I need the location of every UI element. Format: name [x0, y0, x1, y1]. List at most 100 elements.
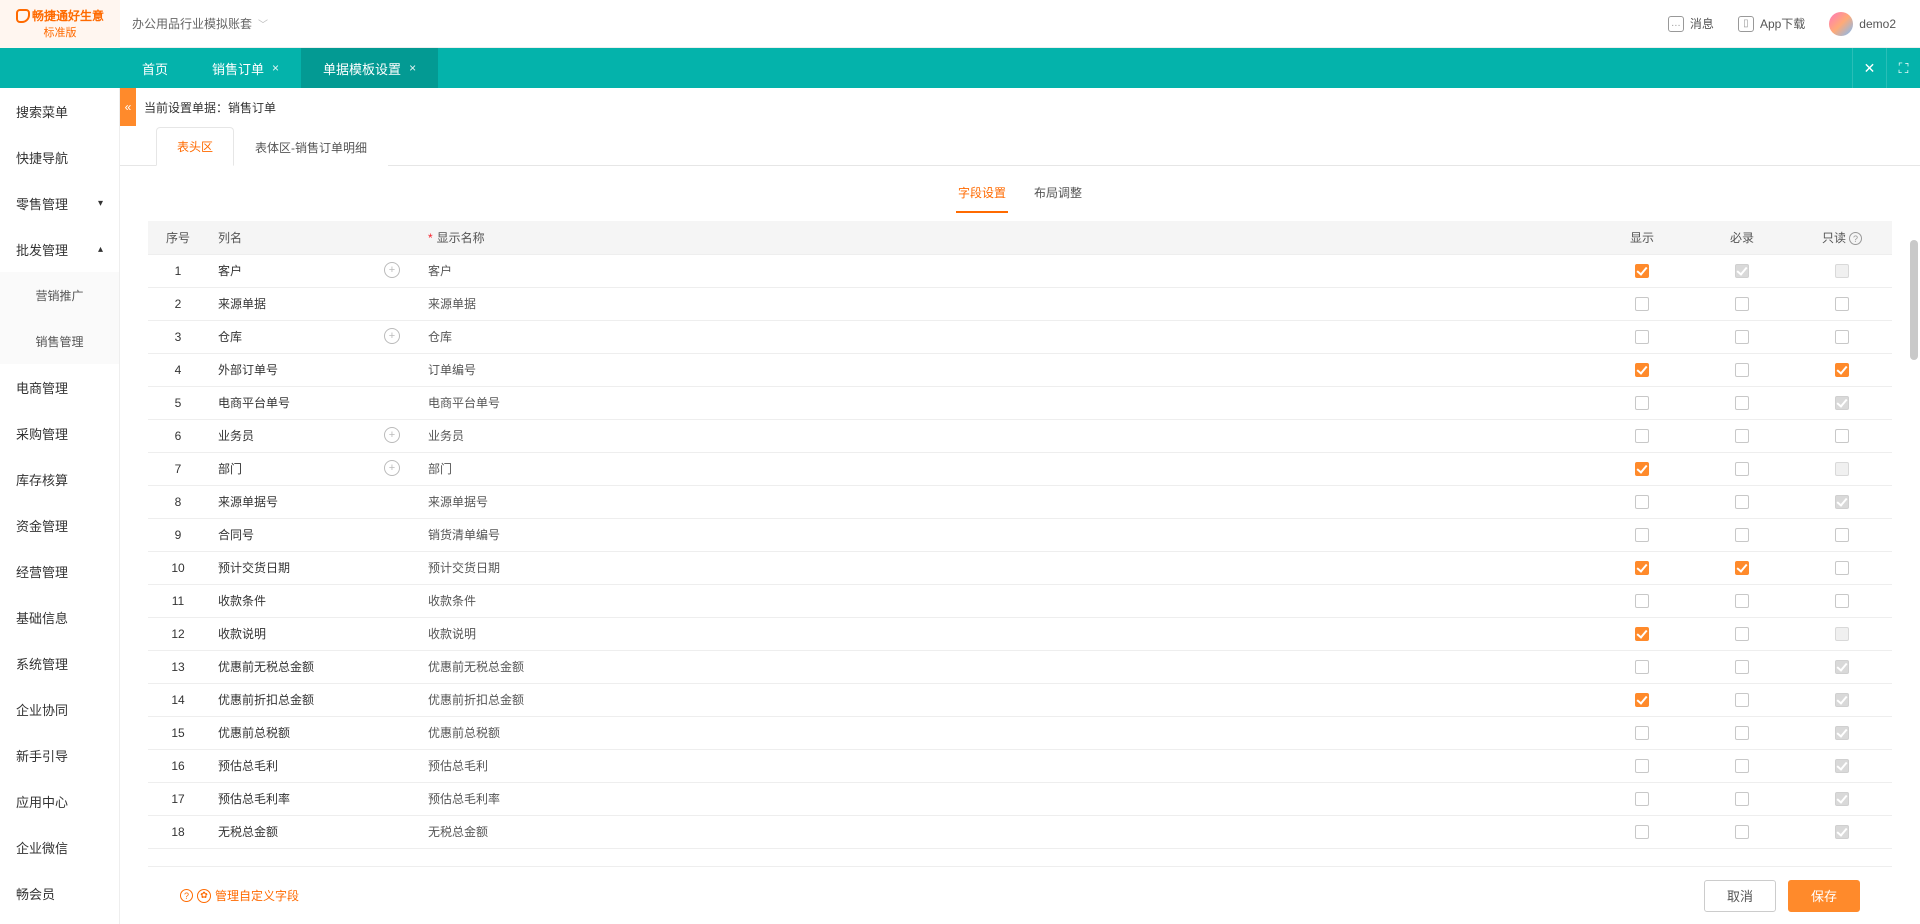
sidebar-item-经营管理[interactable]: 经营管理 — [0, 548, 119, 594]
sidebar-item-企业协同[interactable]: 企业协同 — [0, 686, 119, 732]
checkbox[interactable] — [1635, 792, 1649, 806]
checkbox[interactable] — [1735, 462, 1749, 476]
checkbox[interactable] — [1635, 363, 1649, 377]
save-button[interactable]: 保存 — [1788, 880, 1860, 912]
sidebar-subitem-销售管理[interactable]: 销售管理 — [0, 318, 119, 364]
checkbox[interactable] — [1635, 660, 1649, 674]
manage-custom-fields-link[interactable]: ? ✿ 管理自定义字段 — [180, 887, 299, 904]
tab-首页[interactable]: 首页 — [120, 48, 190, 88]
checkbox[interactable] — [1635, 759, 1649, 773]
checkbox[interactable] — [1835, 330, 1849, 344]
cell-display-name[interactable]: 客户 — [418, 254, 1592, 287]
checkbox[interactable] — [1735, 759, 1749, 773]
cell-display-name[interactable]: 预计交货日期 — [418, 551, 1592, 584]
checkbox[interactable] — [1735, 693, 1749, 707]
inner-tab-表头区[interactable]: 表头区 — [156, 127, 234, 166]
add-icon[interactable]: + — [384, 262, 400, 278]
cell-display-name[interactable]: 来源单据 — [418, 287, 1592, 320]
close-all-tabs-button[interactable]: ✕ — [1852, 48, 1886, 88]
fields-table-wrap[interactable]: 序号 列名 *显示名称 显示 必录 只读? 1客户+客户2来源单据来源单据3仓库… — [120, 221, 1920, 866]
checkbox[interactable] — [1635, 726, 1649, 740]
checkbox[interactable] — [1735, 528, 1749, 542]
checkbox[interactable] — [1835, 561, 1849, 575]
checkbox[interactable] — [1635, 396, 1649, 410]
checkbox[interactable] — [1835, 429, 1849, 443]
checkbox[interactable] — [1735, 825, 1749, 839]
sidebar-item-企业微信[interactable]: 企业微信 — [0, 824, 119, 870]
checkbox[interactable] — [1735, 495, 1749, 509]
checkbox[interactable] — [1635, 627, 1649, 641]
cell-display-name[interactable]: 来源单据号 — [418, 485, 1592, 518]
checkbox[interactable] — [1735, 330, 1749, 344]
sub-tab-字段设置[interactable]: 字段设置 — [956, 180, 1008, 213]
messages-button[interactable]: … 消息 — [1668, 15, 1714, 32]
sidebar-item-应用中心[interactable]: 应用中心 — [0, 778, 119, 824]
checkbox[interactable] — [1735, 363, 1749, 377]
user-menu[interactable]: demo2 — [1829, 12, 1896, 36]
sidebar-item-批发管理[interactable]: 批发管理▴ — [0, 226, 119, 272]
cell-display-name[interactable]: 优惠前折扣总金额 — [418, 683, 1592, 716]
help-icon[interactable]: ? — [1849, 232, 1862, 245]
checkbox[interactable] — [1735, 726, 1749, 740]
cell-display-name[interactable]: 仓库 — [418, 320, 1592, 353]
sidebar-item-电商管理[interactable]: 电商管理 — [0, 364, 119, 410]
cell-display-name[interactable]: 收款说明 — [418, 617, 1592, 650]
tab-单据模板设置[interactable]: 单据模板设置× — [301, 48, 438, 88]
scrollbar-thumb[interactable] — [1910, 240, 1918, 360]
sidebar-subitem-营销推广[interactable]: 营销推广 — [0, 272, 119, 318]
checkbox[interactable] — [1635, 297, 1649, 311]
sub-tab-布局调整[interactable]: 布局调整 — [1032, 180, 1084, 213]
cancel-button[interactable]: 取消 — [1704, 880, 1776, 912]
sidebar-item-库存核算[interactable]: 库存核算 — [0, 456, 119, 502]
fullscreen-button[interactable]: ⛶ — [1886, 48, 1920, 88]
sidebar-item-畅会员[interactable]: 畅会员 — [0, 870, 119, 916]
checkbox[interactable] — [1735, 561, 1749, 575]
checkbox[interactable] — [1635, 528, 1649, 542]
tab-销售订单[interactable]: 销售订单× — [190, 48, 301, 88]
cell-display-name[interactable]: 预估总毛利 — [418, 749, 1592, 782]
checkbox[interactable] — [1635, 495, 1649, 509]
cell-display-name[interactable]: 电商平台单号 — [418, 386, 1592, 419]
account-select[interactable]: 办公用品行业模拟账套 ﹀ — [132, 15, 268, 32]
checkbox[interactable] — [1735, 297, 1749, 311]
checkbox[interactable] — [1735, 792, 1749, 806]
cell-display-name[interactable]: 无税总金额 — [418, 815, 1592, 848]
add-icon[interactable]: + — [384, 328, 400, 344]
cell-display-name[interactable]: 订单编号 — [418, 353, 1592, 386]
sidebar-item-资金管理[interactable]: 资金管理 — [0, 502, 119, 548]
collapse-handle[interactable]: « — [120, 88, 136, 126]
cell-display-name[interactable]: 预估总毛利率 — [418, 782, 1592, 815]
cell-display-name[interactable]: 销货清单编号 — [418, 518, 1592, 551]
checkbox[interactable] — [1835, 528, 1849, 542]
cell-display-name[interactable]: 优惠前无税总金额 — [418, 650, 1592, 683]
close-icon[interactable]: × — [272, 61, 279, 75]
checkbox[interactable] — [1735, 627, 1749, 641]
checkbox[interactable] — [1635, 462, 1649, 476]
checkbox[interactable] — [1835, 363, 1849, 377]
checkbox[interactable] — [1835, 297, 1849, 311]
sidebar-item-系统管理[interactable]: 系统管理 — [0, 640, 119, 686]
cell-display-name[interactable]: 部门 — [418, 452, 1592, 485]
inner-tab-表体区-销售订单明细[interactable]: 表体区-销售订单明细 — [234, 128, 388, 166]
cell-display-name[interactable]: 收款条件 — [418, 584, 1592, 617]
sidebar-item-新手引导[interactable]: 新手引导 — [0, 732, 119, 778]
checkbox[interactable] — [1835, 594, 1849, 608]
cell-display-name[interactable]: 业务员 — [418, 419, 1592, 452]
checkbox[interactable] — [1635, 693, 1649, 707]
app-download-button[interactable]: ▯ App下载 — [1738, 15, 1805, 32]
sidebar-item-零售管理[interactable]: 零售管理▾ — [0, 180, 119, 226]
checkbox[interactable] — [1735, 396, 1749, 410]
checkbox[interactable] — [1735, 660, 1749, 674]
sidebar-item-基础信息[interactable]: 基础信息 — [0, 594, 119, 640]
checkbox[interactable] — [1635, 330, 1649, 344]
sidebar-item-搜索菜单[interactable]: 搜索菜单 — [0, 88, 119, 134]
checkbox[interactable] — [1635, 825, 1649, 839]
add-icon[interactable]: + — [384, 460, 400, 476]
checkbox[interactable] — [1635, 429, 1649, 443]
cell-display-name[interactable]: 优惠前总税额 — [418, 716, 1592, 749]
close-icon[interactable]: × — [409, 61, 416, 75]
add-icon[interactable]: + — [384, 427, 400, 443]
checkbox[interactable] — [1635, 264, 1649, 278]
sidebar-item-采购管理[interactable]: 采购管理 — [0, 410, 119, 456]
checkbox[interactable] — [1735, 594, 1749, 608]
